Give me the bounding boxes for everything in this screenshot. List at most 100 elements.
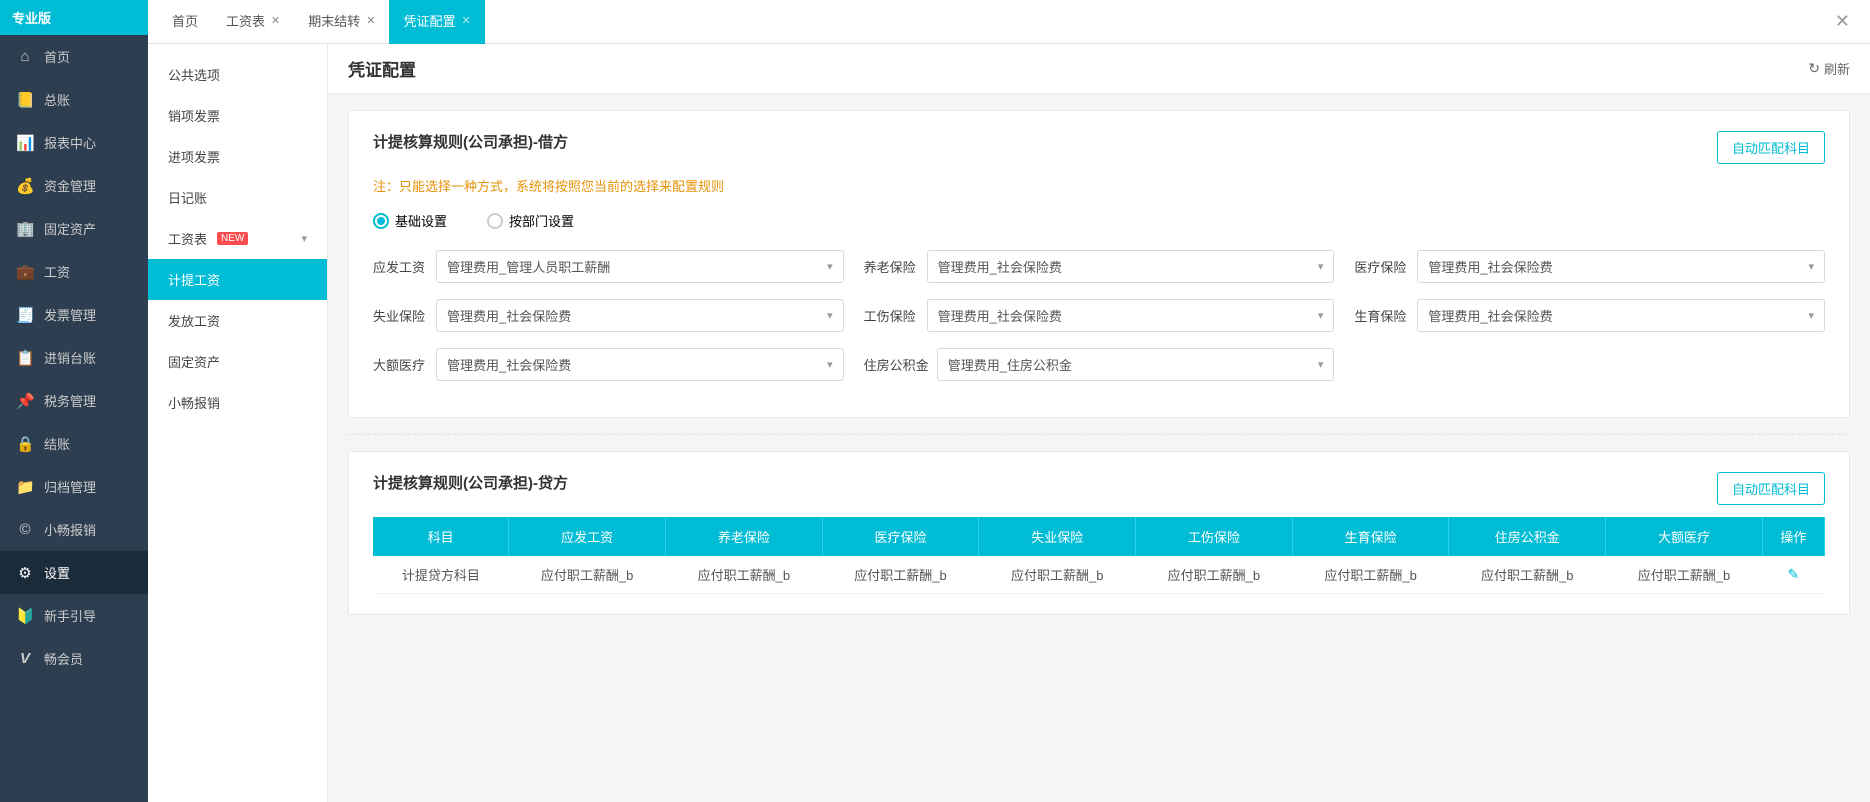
chevron-down-icon: ▾ [1318,358,1324,371]
tab-bar: 首页 工资表 ✕ 期末结转 ✕ 凭证配置 ✕ ✕ [148,0,1870,44]
td-pension: 应付职工薪酬_b [666,556,823,594]
td-payroll: 应付职工薪酬_b [509,556,666,594]
section-divider [348,434,1850,435]
sidebar-item-tax[interactable]: 📌 税务管理 [0,379,148,422]
sidebar-item-label: 固定资产 [44,219,96,238]
select-maternity[interactable]: 管理费用_社会保险费 ▾ [1417,299,1825,332]
tab-voucher-config-label: 凭证配置 [403,11,455,30]
tab-period-end-close[interactable]: ✕ [366,14,375,27]
th-unemployment: 失业保险 [979,517,1136,556]
label-medical: 医疗保险 [1354,257,1409,276]
tab-period-end[interactable]: 期末结转 ✕ [294,0,389,44]
report-icon: 📊 [16,134,34,152]
sidebar-item-invoice[interactable]: 🧾 发票管理 [0,293,148,336]
sidebar-item-closing[interactable]: 🔒 结账 [0,422,148,465]
sidebar-item-home[interactable]: ⌂ 首页 [0,35,148,78]
select-injury[interactable]: 管理费用_社会保险费 ▾ [927,299,1335,332]
label-maternity: 生育保险 [1354,306,1409,325]
radio-basic[interactable]: 基础设置 [373,211,447,230]
sidebar-item-label: 畅会员 [44,649,83,668]
left-nav-calc-salary[interactable]: 计提工资 [148,259,327,300]
sidebar-item-purchase[interactable]: 📋 进销台账 [0,336,148,379]
sidebar-item-label: 新手引导 [44,606,96,625]
new-badge: NEW [217,232,248,245]
td-maternity: 应付职工薪酬_b [1292,556,1449,594]
left-nav-input-invoice[interactable]: 进项发票 [148,136,327,177]
section-credit-title: 计提核算规则(公司承担)-贷方 [373,472,568,493]
sidebar-item-settings[interactable]: ⚙ 设置 [0,551,148,594]
select-pension[interactable]: 管理费用_社会保险费 ▾ [927,250,1335,283]
refresh-icon: ↻ [1808,60,1820,77]
sidebar-item-label: 归档管理 [44,477,96,496]
select-unemployment[interactable]: 管理费用_社会保险费 ▾ [436,299,844,332]
left-nav-pay-salary[interactable]: 发放工资 [148,300,327,341]
left-nav-fixed-assets[interactable]: 固定资产 [148,341,327,382]
form-item-payroll: 应发工资 管理费用_管理人员职工薪酬 ▾ [373,250,844,283]
sidebar-item-member[interactable]: V 畅会员 [0,637,148,680]
sidebar-item-report[interactable]: 📊 报表中心 [0,121,148,164]
sidebar-item-ledger[interactable]: 📒 总账 [0,78,148,121]
radio-department-circle [487,213,503,229]
chevron-down-icon: ▾ [1318,260,1324,273]
archive-icon: 📁 [16,478,34,496]
finance-icon: 💰 [16,177,34,195]
section-debit-note: 注：只能选择一种方式，系统将按照您当前的选择来配置规则 [373,176,1825,195]
credit-table: 科目 应发工资 养老保险 医疗保险 失业保险 工伤保险 生育保险 住房公积金 大… [373,517,1825,594]
label-housing-fund: 住房公积金 [864,355,929,374]
radio-department[interactable]: 按部门设置 [487,211,574,230]
auto-match-debit-button[interactable]: 自动匹配科目 [1717,131,1825,164]
sidebar-item-label: 总账 [44,90,70,109]
td-subject: 计提贷方科目 [373,556,509,594]
select-payroll[interactable]: 管理费用_管理人员职工薪酬 ▾ [436,250,844,283]
tax-icon: 📌 [16,392,34,410]
sidebar-item-xiaochang[interactable]: © 小畅报销 [0,508,148,551]
table-header-row: 科目 应发工资 养老保险 医疗保险 失业保险 工伤保险 生育保险 住房公积金 大… [373,517,1825,556]
th-action: 操作 [1762,517,1824,556]
form-row-3: 大额医疗 管理费用_社会保险费 ▾ 住房公积金 管理费用_住房公积金 ▾ [373,348,1825,381]
select-medical[interactable]: 管理费用_社会保险费 ▾ [1417,250,1825,283]
left-nav-cancel-invoice[interactable]: 销项发票 [148,95,327,136]
left-nav-xiaochang-expense[interactable]: 小畅报销 [148,382,327,423]
tab-salary-table[interactable]: 工资表 ✕ [212,0,294,44]
tab-home[interactable]: 首页 [158,0,212,44]
tab-home-label: 首页 [172,11,198,30]
section-debit: 计提核算规则(公司承担)-借方 自动匹配科目 注：只能选择一种方式，系统将按照您… [348,110,1850,418]
edit-icon[interactable]: ✎ [1788,566,1800,582]
tab-voucher-config[interactable]: 凭证配置 ✕ [389,0,484,44]
td-action[interactable]: ✎ [1762,556,1824,594]
assets-icon: 🏢 [16,220,34,238]
sidebar-item-salary[interactable]: 💼 工资 [0,250,148,293]
td-injury: 应付职工薪酬_b [1136,556,1293,594]
chevron-down-icon: ▾ [1808,309,1814,322]
sidebar-item-label: 首页 [44,47,70,66]
sidebar-item-finance[interactable]: 💰 资金管理 [0,164,148,207]
tab-voucher-config-close[interactable]: ✕ [462,14,471,27]
select-housing-fund[interactable]: 管理费用_住房公积金 ▾ [937,348,1335,381]
ledger-icon: 📒 [16,91,34,109]
th-payroll: 应发工资 [509,517,666,556]
radio-basic-circle [373,213,389,229]
purchase-icon: 📋 [16,349,34,367]
window-close-button[interactable]: ✕ [1825,11,1860,32]
left-nav-salary-table[interactable]: 工资表 NEW ▾ [148,218,327,259]
sidebar-item-guide[interactable]: 🔰 新手引导 [0,594,148,637]
refresh-button[interactable]: ↻ 刷新 [1808,59,1850,78]
form-item-maternity: 生育保险 管理费用_社会保险费 ▾ [1354,299,1825,332]
tab-salary-table-close[interactable]: ✕ [271,14,280,27]
right-panel: 凭证配置 ↻ 刷新 计提核算规则(公司承担)-借方 自动匹配科目 注：只能选择一… [328,44,1870,802]
left-nav-diary[interactable]: 日记账 [148,177,327,218]
section-credit-header: 计提核算规则(公司承担)-贷方 自动匹配科目 [373,472,1825,505]
select-large-medical[interactable]: 管理费用_社会保险费 ▾ [436,348,844,381]
th-large-medical: 大额医疗 [1606,517,1763,556]
sidebar-item-assets[interactable]: 🏢 固定资产 [0,207,148,250]
th-maternity: 生育保险 [1292,517,1449,556]
auto-match-credit-button[interactable]: 自动匹配科目 [1717,472,1825,505]
guide-icon: 🔰 [16,607,34,625]
form-item-unemployment: 失业保险 管理费用_社会保险费 ▾ [373,299,844,332]
label-unemployment: 失业保险 [373,306,428,325]
app-logo: 专业版 [0,0,148,35]
chevron-down-icon: ▾ [1808,260,1814,273]
sidebar-item-label: 设置 [44,563,70,582]
sidebar-item-archive[interactable]: 📁 归档管理 [0,465,148,508]
left-nav-public[interactable]: 公共选项 [148,54,327,95]
